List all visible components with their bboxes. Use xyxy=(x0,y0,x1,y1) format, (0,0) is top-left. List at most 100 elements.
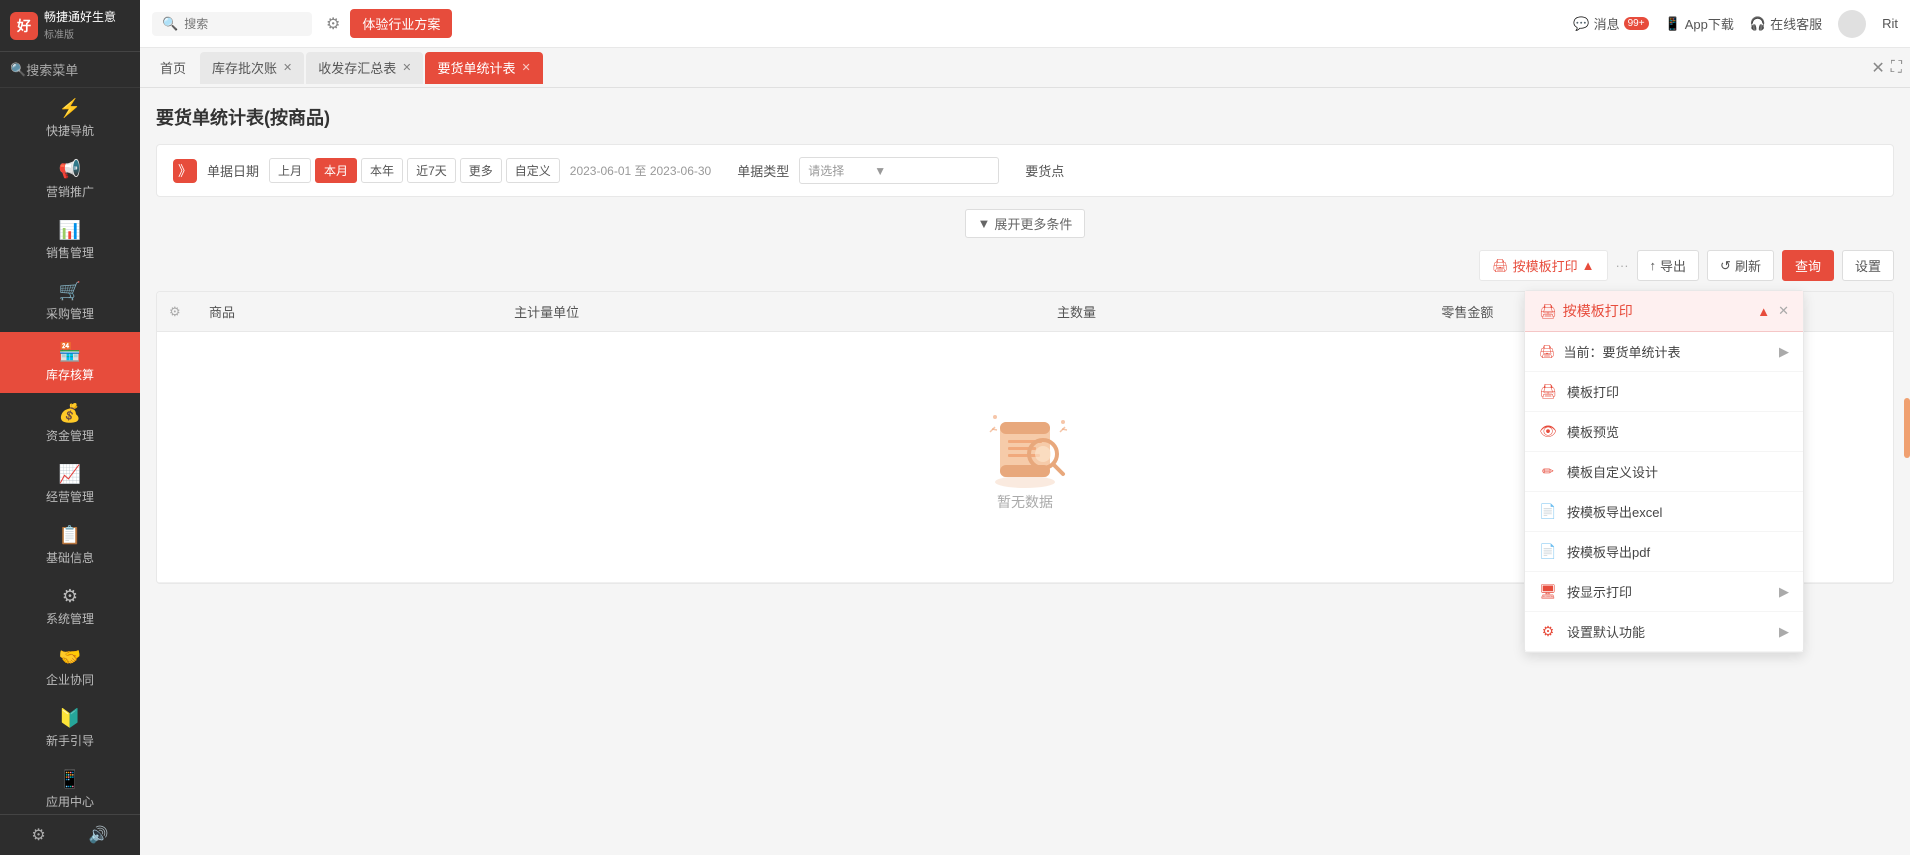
print-template-excel-item[interactable]: 📄 按模板导出excel xyxy=(1525,492,1803,532)
tab-shoufacun-close[interactable]: ✕ xyxy=(402,61,411,74)
sidebar-footer: ⚙ 🔊 xyxy=(0,814,140,855)
display-print-arrow: ▶ xyxy=(1779,584,1789,600)
tabs-bar: 首页 库存批次账 ✕ 收发存汇总表 ✕ 要货单统计表 ✕ ✕ ⛶ xyxy=(140,48,1910,88)
print-arrow-icon: ▲ xyxy=(1582,258,1595,273)
refresh-icon: ↺ xyxy=(1720,258,1731,274)
date-btn-more[interactable]: 更多 xyxy=(460,158,502,183)
sidebar-item-xiaoshou[interactable]: 📊 销售管理 xyxy=(0,210,140,271)
expand-more-btn[interactable]: ▼ 展开更多条件 xyxy=(965,209,1086,238)
date-btn-bennian[interactable]: 本年 xyxy=(361,158,403,183)
sidebar-item-xinshou[interactable]: 🔰 新手引导 xyxy=(0,698,140,759)
print-current-item[interactable]: 🖨 当前：要货单统计表 ▶ xyxy=(1525,332,1803,372)
print-btn-label: 按模板打印 xyxy=(1513,256,1578,275)
template-pdf-icon: 📄 xyxy=(1539,543,1557,560)
empty-text: 暂无数据 xyxy=(997,492,1053,512)
date-btn-shangue[interactable]: 上月 xyxy=(269,158,311,183)
print-display-print-item[interactable]: 🖥 按显示打印 ▶ xyxy=(1525,572,1803,612)
print-dropdown-header: 🖨 按模板打印 ▲ ✕ xyxy=(1525,291,1803,332)
tab-shoufacun[interactable]: 收发存汇总表 ✕ xyxy=(306,52,423,84)
date-btn-jin7[interactable]: 近7天 xyxy=(407,158,456,183)
print-template-preview-item[interactable]: 👁 模板预览 xyxy=(1525,412,1803,452)
type-select[interactable]: 请选择 ▼ xyxy=(799,157,999,184)
tab-yaohuo-tongji-close[interactable]: ✕ xyxy=(522,61,531,74)
tab-kucun-pici-label: 库存批次账 xyxy=(212,58,277,77)
trial-btn[interactable]: 体验行业方案 xyxy=(350,9,452,38)
sidebar-item-yingxiao[interactable]: 📢 营销推广 xyxy=(0,149,140,210)
app-version: 标准版 xyxy=(44,26,116,41)
settings-btn[interactable]: ⚙ xyxy=(31,825,45,845)
avatar[interactable] xyxy=(1838,10,1866,38)
print-template-design-item[interactable]: ✏ 模板自定义设计 xyxy=(1525,452,1803,492)
sidebar-item-xitong[interactable]: ⚙ 系统管理 xyxy=(0,576,140,637)
sidebar-item-caigou[interactable]: 🛒 采购管理 xyxy=(0,271,140,332)
date-btn-custom[interactable]: 自定义 xyxy=(506,158,560,183)
settings-table-btn[interactable]: 设置 xyxy=(1842,250,1894,281)
print-dropdown-title-group: 🖨 按模板打印 xyxy=(1539,301,1633,321)
table-settings-icon[interactable]: ⚙ xyxy=(169,304,181,319)
export-btn[interactable]: ↑ 导出 xyxy=(1637,250,1700,281)
app-icon: 📱 xyxy=(1665,16,1681,32)
jingying-icon: 📈 xyxy=(59,464,81,485)
refresh-label: 刷新 xyxy=(1735,256,1761,275)
refresh-btn[interactable]: ↺ 刷新 xyxy=(1707,250,1774,281)
tab-maximize-btn[interactable]: ⛶ xyxy=(1891,59,1902,77)
yingyong-label: 应用中心 xyxy=(46,793,94,810)
display-print-label: 按显示打印 xyxy=(1567,582,1632,601)
sidebar-item-yingyong[interactable]: 📱 应用中心 xyxy=(0,759,140,814)
jingying-label: 经营管理 xyxy=(46,488,94,505)
sidebar-item-jichu[interactable]: 📋 基础信息 xyxy=(0,515,140,576)
col-settings[interactable]: ⚙ xyxy=(157,292,197,332)
print-dropdown-collapse-btn[interactable]: ▲ xyxy=(1757,304,1770,319)
tab-close-all-btn[interactable]: ✕ xyxy=(1871,58,1884,78)
sound-btn[interactable]: 🔊 xyxy=(89,825,109,845)
caigou-icon: 🛒 xyxy=(59,281,81,302)
tab-shoufacun-label: 收发存汇总表 xyxy=(318,58,396,77)
sidebar-item-qiye[interactable]: 🤝 企业协同 xyxy=(0,637,140,698)
sidebar-item-kucun[interactable]: 🏪 库存核算 xyxy=(0,332,140,393)
caigou-label: 采购管理 xyxy=(46,305,94,322)
print-template-pdf-item[interactable]: 📄 按模板导出pdf xyxy=(1525,532,1803,572)
date-btn-benyue[interactable]: 本月 xyxy=(315,158,357,183)
sidebar: 好 畅捷通好生意 标准版 🔍 搜索菜单 ⚡ 快捷导航 📢 营销推广 📊 销售管理… xyxy=(0,0,140,855)
type-select-arrow: ▼ xyxy=(874,164,886,178)
qiye-label: 企业协同 xyxy=(46,671,94,688)
search-input[interactable] xyxy=(184,17,302,31)
tab-yaohuo-tongji[interactable]: 要货单统计表 ✕ xyxy=(425,52,542,84)
print-icon: 🖨 xyxy=(1492,258,1509,274)
print-template-print-item[interactable]: 🖨 模板打印 xyxy=(1525,372,1803,412)
set-default-arrow: ▶ xyxy=(1779,624,1789,640)
logo-icon: 好 xyxy=(10,12,38,40)
sidebar-item-kuaijie[interactable]: ⚡ 快捷导航 xyxy=(0,88,140,149)
xinshou-label: 新手引导 xyxy=(46,732,94,749)
resize-handle[interactable] xyxy=(1904,398,1910,458)
filter-expand-btn[interactable]: 》 xyxy=(173,159,197,183)
tab-home-label: 首页 xyxy=(160,58,186,77)
kucun-icon: 🏪 xyxy=(59,342,81,363)
print-set-default-item[interactable]: ⚙ 设置默认功能 ▶ xyxy=(1525,612,1803,652)
page-title: 要货单统计表(按商品) xyxy=(156,104,1894,130)
topbar: 🔍 ⚙ 体验行业方案 💬 消息 99+ 📱 App下载 🎧 在线客服 Rit xyxy=(140,0,1910,48)
type-select-placeholder: 请选择 xyxy=(808,162,844,179)
print-dropdown-close-btn[interactable]: ✕ xyxy=(1778,303,1789,319)
app-download-btn[interactable]: 📱 App下载 xyxy=(1665,14,1734,33)
settings-icon[interactable]: ⚙ xyxy=(326,14,340,34)
message-btn[interactable]: 💬 消息 99+ xyxy=(1573,14,1648,33)
topbar-right: 💬 消息 99+ 📱 App下载 🎧 在线客服 Rit xyxy=(1573,10,1898,38)
online-service-btn[interactable]: 🎧 在线客服 xyxy=(1750,14,1822,33)
search-menu-btn[interactable]: 🔍 搜索菜单 xyxy=(0,52,140,88)
main-area: 🔍 ⚙ 体验行业方案 💬 消息 99+ 📱 App下载 🎧 在线客服 Rit xyxy=(140,0,1910,855)
tab-kucun-pici[interactable]: 库存批次账 ✕ xyxy=(200,52,304,84)
topbar-search[interactable]: 🔍 xyxy=(152,12,312,36)
type-filter-label: 单据类型 xyxy=(737,161,789,180)
tab-yaohuo-tongji-label: 要货单统计表 xyxy=(437,58,515,77)
sidebar-item-zijin[interactable]: 💰 资金管理 xyxy=(0,393,140,454)
xiaoshou-label: 销售管理 xyxy=(46,244,94,261)
topbar-search-icon: 🔍 xyxy=(162,16,178,32)
xitong-icon: ⚙ xyxy=(62,586,78,607)
user-name[interactable]: Rit xyxy=(1882,16,1898,31)
print-btn[interactable]: 🖨 按模板打印 ▲ xyxy=(1479,250,1607,281)
query-btn[interactable]: 查询 xyxy=(1782,250,1834,281)
tab-kucun-pici-close[interactable]: ✕ xyxy=(283,61,292,74)
sidebar-item-jingying[interactable]: 📈 经营管理 xyxy=(0,454,140,515)
tab-home[interactable]: 首页 xyxy=(148,52,198,84)
